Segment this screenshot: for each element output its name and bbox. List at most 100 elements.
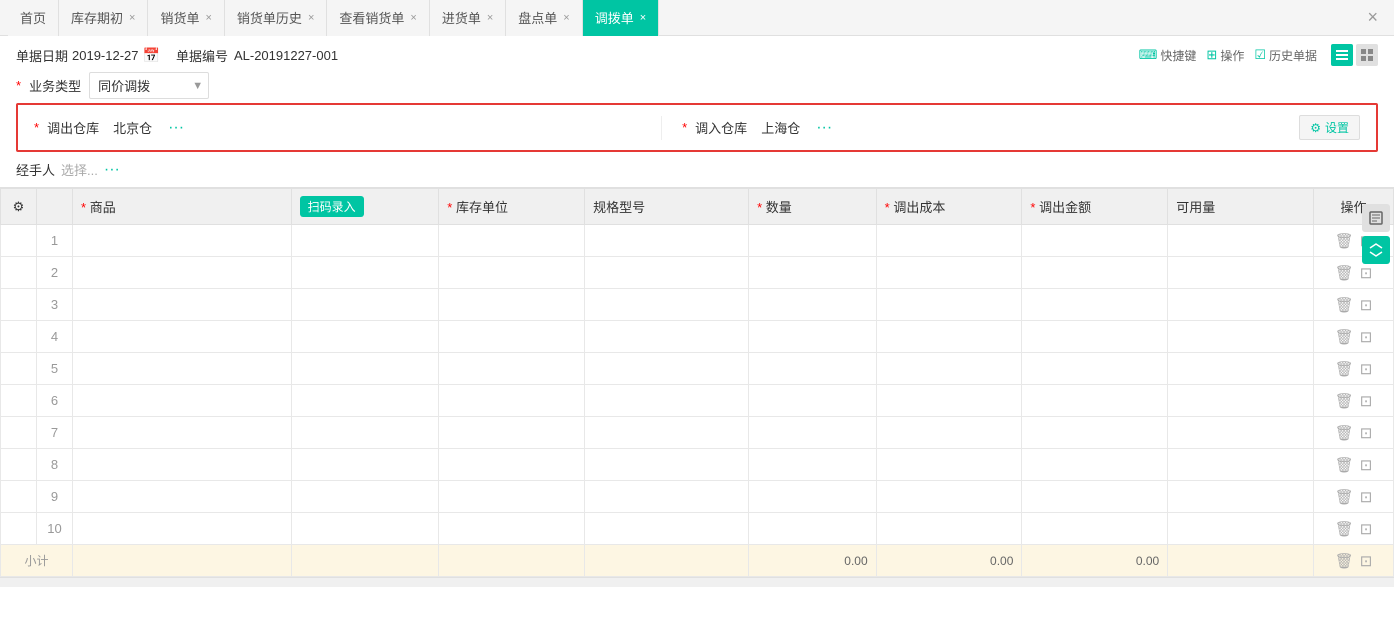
delete-row-icon[interactable]: 🗑 [1335,264,1354,282]
tab-sales-order[interactable]: 销货单 × [148,0,224,36]
row-amount-cell[interactable] [1022,257,1168,289]
tab-transfer[interactable]: 调拨单 × [583,0,659,36]
tab-view-sales[interactable]: 查看销货单 × [327,0,429,36]
row-cost-cell[interactable] [876,353,1022,385]
row-unit-cell[interactable] [439,385,585,417]
row-spec-cell[interactable] [585,257,749,289]
row-amount-cell[interactable] [1022,353,1168,385]
row-product-cell[interactable] [73,449,292,481]
row-unit-cell[interactable] [439,321,585,353]
delete-row-icon[interactable]: 🗑 [1335,520,1354,538]
row-qty-cell[interactable] [749,385,877,417]
row-cost-cell[interactable] [876,449,1022,481]
history-button[interactable]: ☑ 历史单据 [1254,47,1317,64]
delete-row-icon[interactable]: 🗑 [1335,456,1354,474]
row-qty-cell[interactable] [749,417,877,449]
in-warehouse-value[interactable]: 上海仓 [761,118,800,137]
row-qty-cell[interactable] [749,353,877,385]
tab-purchase-order[interactable]: 进货单 × [430,0,506,36]
in-warehouse-more-icon[interactable]: ··· [816,119,832,137]
row-cost-cell[interactable] [876,417,1022,449]
row-amount-cell[interactable] [1022,321,1168,353]
calendar-icon[interactable]: 📅 [143,47,160,64]
settings-button[interactable]: ⚙ 设置 [1299,115,1360,140]
gear-icon[interactable]: ⚙ [13,199,25,214]
row-qty-cell[interactable] [749,289,877,321]
copy-row-icon[interactable]: ⊡ [1360,488,1373,506]
horizontal-scrollbar[interactable] [0,577,1394,587]
operations-button[interactable]: ⊞ 操作 [1206,47,1244,64]
row-product-cell[interactable] [73,385,292,417]
tab-view-sales-close[interactable]: × [410,12,416,24]
row-cost-cell[interactable] [876,321,1022,353]
tab-home[interactable]: 首页 [8,0,59,36]
row-cost-cell[interactable] [876,481,1022,513]
scan-button[interactable]: 扫码录入 [300,196,364,217]
copy-row-icon[interactable]: ⊡ [1360,424,1373,442]
tab-sales-history-close[interactable]: × [308,12,314,24]
row-spec-cell[interactable] [585,321,749,353]
copy-row-icon[interactable]: ⊡ [1360,328,1373,346]
row-amount-cell[interactable] [1022,481,1168,513]
col-header-scan[interactable]: 扫码录入 [291,189,439,225]
copy-row-icon[interactable]: ⊡ [1360,360,1373,378]
out-warehouse-value[interactable]: 北京仓 [113,118,152,137]
delete-row-icon[interactable]: 🗑 [1335,232,1354,250]
row-amount-cell[interactable] [1022,225,1168,257]
biz-type-select[interactable]: 同价调拨 ▼ [89,72,209,99]
row-qty-cell[interactable] [749,449,877,481]
row-unit-cell[interactable] [439,417,585,449]
layout-grid-icon[interactable] [1356,44,1378,66]
row-spec-cell[interactable] [585,289,749,321]
tab-inventory-count[interactable]: 盘点单 × [506,0,582,36]
handler-more-icon[interactable]: ··· [104,161,120,179]
tab-transfer-close[interactable]: × [640,12,646,24]
row-spec-cell[interactable] [585,481,749,513]
row-unit-cell[interactable] [439,481,585,513]
date-value[interactable]: 2019-12-27 [72,48,139,63]
row-spec-cell[interactable] [585,225,749,257]
handler-input[interactable]: 选择... [61,160,98,179]
row-spec-cell[interactable] [585,353,749,385]
row-amount-cell[interactable] [1022,385,1168,417]
row-amount-cell[interactable] [1022,513,1168,545]
tab-sales-history[interactable]: 销货单历史 × [225,0,327,36]
tab-sales-order-close[interactable]: × [205,12,211,24]
row-product-cell[interactable] [73,417,292,449]
delete-row-icon[interactable]: 🗑 [1335,424,1354,442]
copy-row-icon[interactable]: ⊡ [1360,520,1373,538]
row-unit-cell[interactable] [439,257,585,289]
tab-inventory-init[interactable]: 库存期初 × [59,0,148,36]
delete-row-icon[interactable]: 🗑 [1335,488,1354,506]
row-product-cell[interactable] [73,321,292,353]
row-product-cell[interactable] [73,257,292,289]
row-product-cell[interactable] [73,481,292,513]
row-amount-cell[interactable] [1022,417,1168,449]
row-product-cell[interactable] [73,353,292,385]
rt-notes-icon[interactable] [1362,204,1390,232]
layout-list-icon[interactable] [1331,44,1353,66]
row-cost-cell[interactable] [876,289,1022,321]
delete-icon[interactable]: 🗑 [1335,552,1354,570]
shortcuts-button[interactable]: ⌨ 快捷键 [1139,47,1197,64]
row-cost-cell[interactable] [876,225,1022,257]
row-unit-cell[interactable] [439,353,585,385]
row-qty-cell[interactable] [749,257,877,289]
tab-purchase-order-close[interactable]: × [487,12,493,24]
rt-expand-icon[interactable] [1362,236,1390,264]
copy-icon[interactable]: ⊡ [1360,552,1373,570]
row-amount-cell[interactable] [1022,289,1168,321]
delete-row-icon[interactable]: 🗑 [1335,360,1354,378]
copy-row-icon[interactable]: ⊡ [1360,392,1373,410]
row-cost-cell[interactable] [876,513,1022,545]
out-warehouse-more-icon[interactable]: ··· [168,119,184,137]
row-spec-cell[interactable] [585,417,749,449]
row-unit-cell[interactable] [439,289,585,321]
tab-inventory-init-close[interactable]: × [129,12,135,24]
row-qty-cell[interactable] [749,481,877,513]
col-header-gear[interactable]: ⚙ [1,189,37,225]
row-cost-cell[interactable] [876,385,1022,417]
window-close-icon[interactable]: × [1359,7,1386,28]
row-unit-cell[interactable] [439,449,585,481]
row-spec-cell[interactable] [585,385,749,417]
